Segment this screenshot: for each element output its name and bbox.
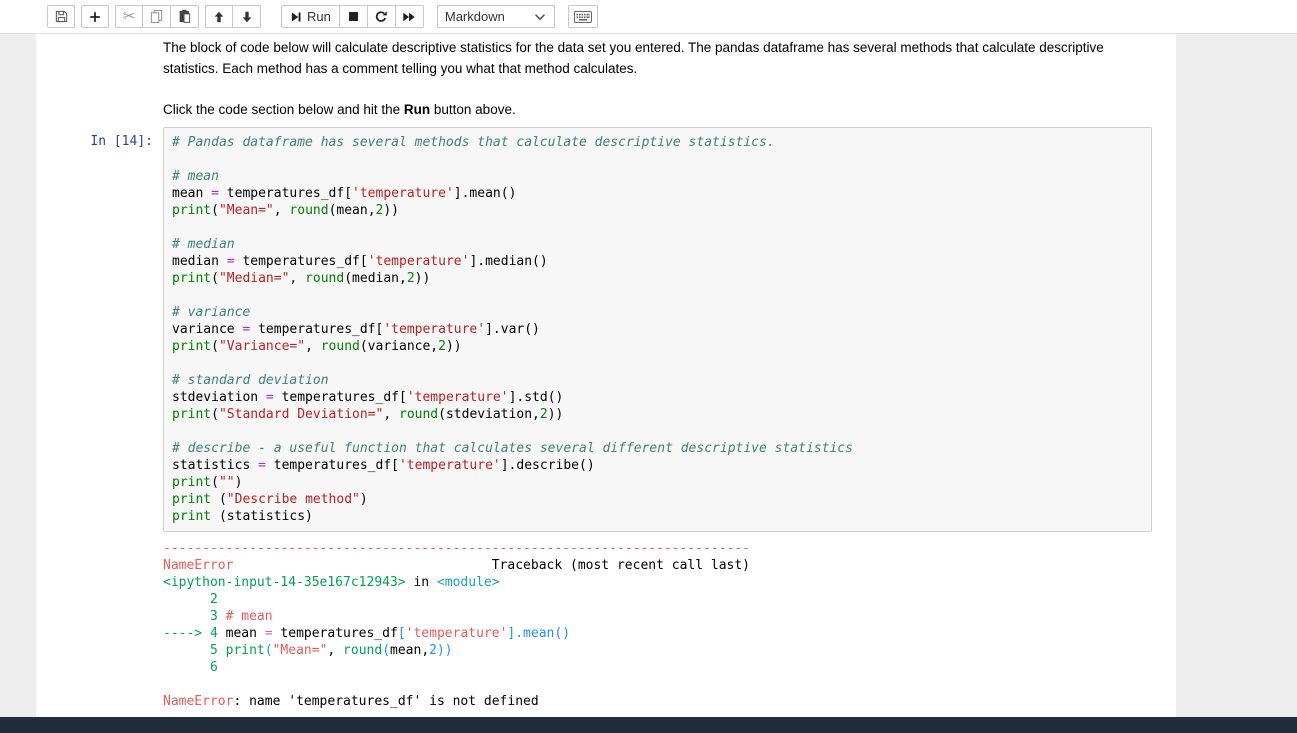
execution-group: Run bbox=[281, 5, 424, 28]
run-emphasis: Run bbox=[403, 102, 431, 117]
notebook-workspace: The block of code below will calculate d… bbox=[0, 34, 1297, 717]
interrupt-kernel-button[interactable] bbox=[339, 5, 368, 28]
move-group bbox=[205, 5, 261, 28]
paste-button[interactable] bbox=[171, 5, 199, 28]
traceback-content: ----------------------------------------… bbox=[163, 541, 751, 709]
fast-forward-icon bbox=[403, 12, 416, 21]
notebook-toolbar: ✂ Run Markdown bbox=[0, 0, 1297, 34]
markdown-paragraph-1: The block of code below will calculate d… bbox=[163, 40, 1104, 76]
stop-icon bbox=[348, 12, 358, 21]
restart-kernel-button[interactable] bbox=[367, 5, 396, 28]
markdown-paragraph-2: Click the code section below and hit the… bbox=[163, 102, 516, 117]
copy-icon bbox=[150, 9, 163, 24]
command-palette-button[interactable] bbox=[567, 5, 598, 28]
cell-type-value: Markdown bbox=[444, 9, 505, 24]
arrow-down-icon bbox=[242, 11, 251, 22]
code-editor[interactable]: # Pandas dataframe has several methods t… bbox=[163, 127, 1152, 532]
save-icon bbox=[55, 10, 67, 23]
code-content: # Pandas dataframe has several methods t… bbox=[172, 135, 853, 524]
run-button[interactable]: Run bbox=[281, 5, 340, 28]
notebook-page: The block of code below will calculate d… bbox=[36, 34, 1176, 717]
move-cell-down-button[interactable] bbox=[233, 5, 261, 28]
cut-icon: ✂ bbox=[122, 8, 136, 25]
restart-kernel-icon bbox=[376, 10, 388, 22]
add-cell-icon bbox=[90, 11, 100, 22]
chevron-down-icon bbox=[534, 13, 545, 20]
run-button-label: Run bbox=[307, 9, 331, 24]
move-cell-up-button[interactable] bbox=[205, 5, 233, 28]
palette-group bbox=[567, 5, 598, 28]
keyboard-icon bbox=[573, 10, 592, 23]
save-button[interactable] bbox=[47, 5, 75, 28]
insert-group bbox=[81, 5, 109, 28]
code-cell: In [14]: # Pandas dataframe has several … bbox=[36, 127, 1176, 532]
markdown-cell[interactable]: The block of code below will calculate d… bbox=[36, 37, 1176, 120]
add-cell-button[interactable] bbox=[81, 5, 109, 28]
restart-run-all-button[interactable] bbox=[395, 5, 424, 28]
error-output: ----------------------------------------… bbox=[36, 540, 1176, 710]
save-group bbox=[47, 5, 75, 28]
clipboard-group: ✂ bbox=[115, 5, 199, 28]
cell-type-dropdown[interactable]: Markdown bbox=[436, 5, 555, 28]
jupyter-notebook-screen: ✂ Run Markdown The block of code below w… bbox=[0, 0, 1297, 733]
copy-button[interactable] bbox=[143, 5, 171, 28]
arrow-up-icon bbox=[214, 11, 224, 22]
paste-icon bbox=[179, 9, 191, 23]
step-forward-icon bbox=[291, 12, 301, 21]
bottom-dark-bar bbox=[0, 717, 1297, 733]
input-prompt: In [14]: bbox=[90, 134, 153, 149]
cut-button[interactable]: ✂ bbox=[115, 5, 143, 28]
